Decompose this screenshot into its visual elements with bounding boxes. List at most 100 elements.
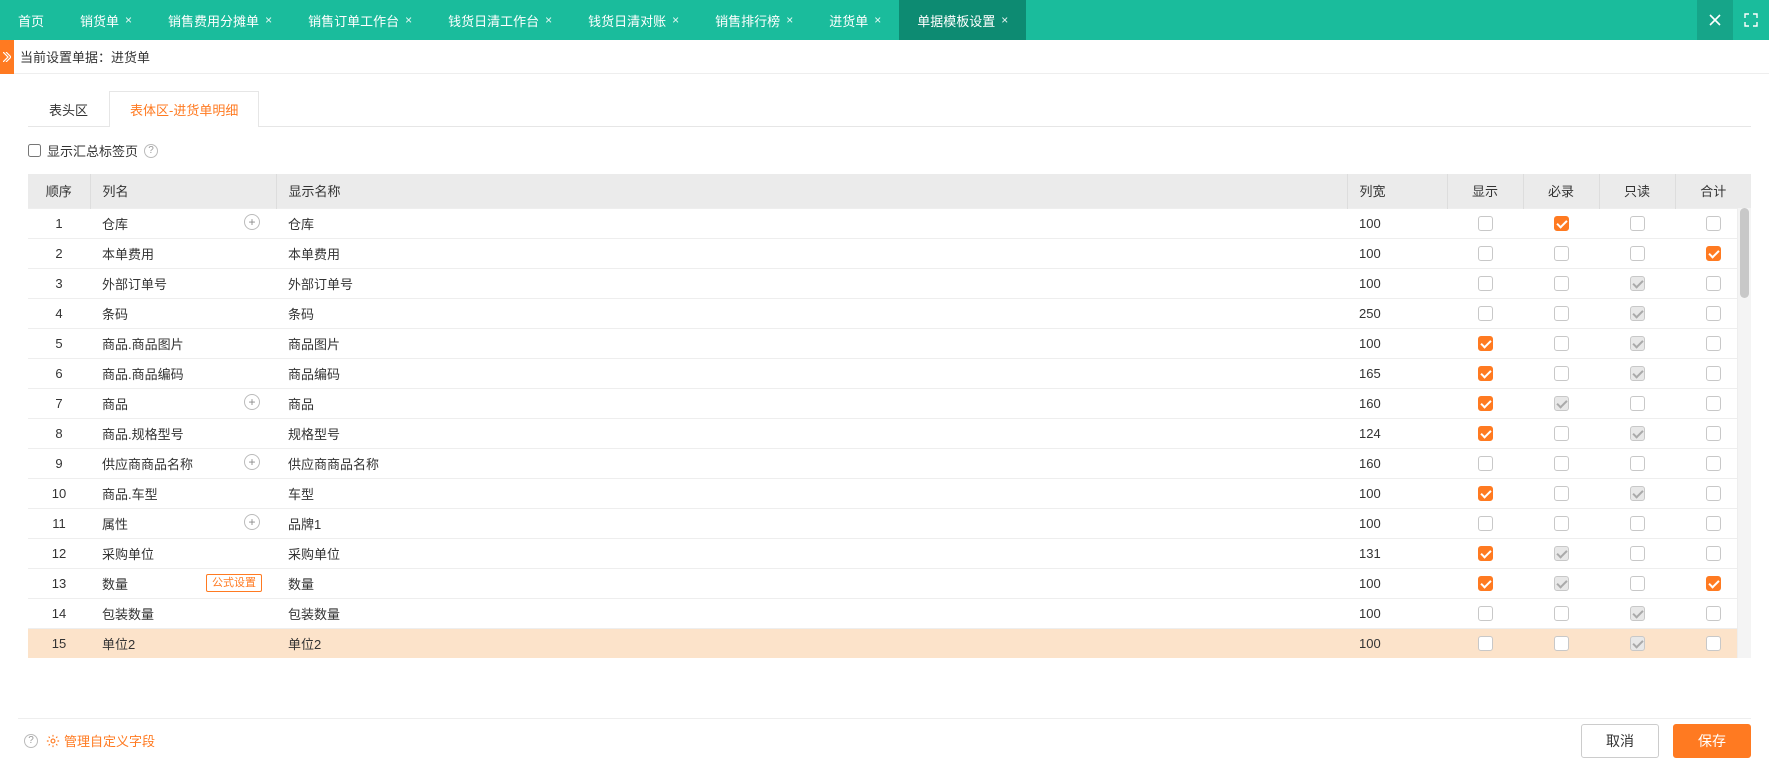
total-checkbox[interactable] bbox=[1706, 396, 1721, 411]
table-row[interactable]: 5商品.商品图片商品图片100 bbox=[28, 328, 1751, 358]
th-total[interactable]: 合计 bbox=[1675, 174, 1751, 208]
th-display[interactable]: 显示名称 bbox=[276, 174, 1347, 208]
top-tab[interactable]: 钱货日清对账× bbox=[570, 0, 697, 40]
cell-display[interactable]: 单位2 bbox=[276, 628, 1347, 658]
table-row[interactable]: 13数量公式设置数量100 bbox=[28, 568, 1751, 598]
top-tab[interactable]: 销货单× bbox=[62, 0, 150, 40]
show-summary-checkbox[interactable] bbox=[28, 144, 41, 157]
add-icon[interactable]: + bbox=[244, 394, 260, 410]
cell-display[interactable]: 供应商商品名称 bbox=[276, 448, 1347, 478]
th-required[interactable]: 必录 bbox=[1523, 174, 1599, 208]
collapse-toggle[interactable] bbox=[0, 40, 14, 74]
required-checkbox[interactable] bbox=[1554, 366, 1569, 381]
table-row[interactable]: 7商品+商品160 bbox=[28, 388, 1751, 418]
required-checkbox[interactable] bbox=[1554, 426, 1569, 441]
table-row[interactable]: 14包装数量包装数量100 bbox=[28, 598, 1751, 628]
inner-tab[interactable]: 表体区-进货单明细 bbox=[109, 91, 259, 127]
help-icon[interactable]: ? bbox=[144, 144, 158, 158]
formula-button[interactable]: 公式设置 bbox=[206, 574, 262, 592]
total-checkbox[interactable] bbox=[1706, 606, 1721, 621]
total-checkbox[interactable] bbox=[1706, 426, 1721, 441]
add-icon[interactable]: + bbox=[244, 514, 260, 530]
table-row[interactable]: 9供应商商品名称+供应商商品名称160 bbox=[28, 448, 1751, 478]
cell-display[interactable]: 商品编码 bbox=[276, 358, 1347, 388]
required-checkbox[interactable] bbox=[1554, 246, 1569, 261]
table-row[interactable]: 3外部订单号外部订单号100 bbox=[28, 268, 1751, 298]
total-checkbox[interactable] bbox=[1706, 276, 1721, 291]
cell-display[interactable]: 商品 bbox=[276, 388, 1347, 418]
required-checkbox[interactable] bbox=[1554, 606, 1569, 621]
close-icon[interactable]: × bbox=[874, 13, 881, 27]
help-icon[interactable]: ? bbox=[24, 734, 38, 748]
table-row[interactable]: 12采购单位采购单位131 bbox=[28, 538, 1751, 568]
show-checkbox[interactable] bbox=[1478, 546, 1493, 561]
total-checkbox[interactable] bbox=[1706, 576, 1721, 591]
manage-custom-fields-link[interactable]: ? 管理自定义字段 bbox=[18, 731, 155, 750]
show-checkbox[interactable] bbox=[1478, 246, 1493, 261]
show-checkbox[interactable] bbox=[1478, 636, 1493, 651]
add-icon[interactable]: + bbox=[244, 214, 260, 230]
close-icon[interactable]: × bbox=[1001, 13, 1008, 27]
show-checkbox[interactable] bbox=[1478, 606, 1493, 621]
show-checkbox[interactable] bbox=[1478, 216, 1493, 231]
cancel-button[interactable]: 取消 bbox=[1581, 724, 1659, 758]
cell-display[interactable]: 采购单位 bbox=[276, 538, 1347, 568]
th-readonly[interactable]: 只读 bbox=[1599, 174, 1675, 208]
total-checkbox[interactable] bbox=[1706, 636, 1721, 651]
top-tab[interactable]: 销售费用分摊单× bbox=[150, 0, 290, 40]
total-checkbox[interactable] bbox=[1706, 336, 1721, 351]
show-checkbox[interactable] bbox=[1478, 396, 1493, 411]
cell-width[interactable]: 100 bbox=[1347, 478, 1447, 508]
required-checkbox[interactable] bbox=[1554, 306, 1569, 321]
cell-width[interactable]: 100 bbox=[1347, 568, 1447, 598]
close-icon[interactable]: × bbox=[405, 13, 412, 27]
required-checkbox[interactable] bbox=[1554, 486, 1569, 501]
top-tab[interactable]: 销售排行榜× bbox=[697, 0, 811, 40]
readonly-checkbox[interactable] bbox=[1630, 576, 1645, 591]
show-checkbox[interactable] bbox=[1478, 516, 1493, 531]
total-checkbox[interactable] bbox=[1706, 366, 1721, 381]
cell-width[interactable]: 100 bbox=[1347, 508, 1447, 538]
cell-width[interactable]: 250 bbox=[1347, 298, 1447, 328]
top-tab[interactable]: 进货单× bbox=[811, 0, 899, 40]
table-row[interactable]: 1仓库+仓库100 bbox=[28, 208, 1751, 238]
table-row[interactable]: 6商品.商品编码商品编码165 bbox=[28, 358, 1751, 388]
cell-display[interactable]: 品牌1 bbox=[276, 508, 1347, 538]
close-icon[interactable]: × bbox=[265, 13, 272, 27]
close-icon[interactable]: × bbox=[786, 13, 793, 27]
add-icon[interactable]: + bbox=[244, 454, 260, 470]
cell-width[interactable]: 124 bbox=[1347, 418, 1447, 448]
table-row[interactable]: 2本单费用本单费用100 bbox=[28, 238, 1751, 268]
table-row[interactable]: 11属性+品牌1100 bbox=[28, 508, 1751, 538]
table-row[interactable]: 4条码条码250 bbox=[28, 298, 1751, 328]
show-checkbox[interactable] bbox=[1478, 366, 1493, 381]
top-tab[interactable]: 单据模板设置× bbox=[899, 0, 1026, 40]
close-icon[interactable]: × bbox=[672, 13, 679, 27]
cell-width[interactable]: 160 bbox=[1347, 388, 1447, 418]
top-tab[interactable]: 销售订单工作台× bbox=[290, 0, 430, 40]
cell-display[interactable]: 外部订单号 bbox=[276, 268, 1347, 298]
show-checkbox[interactable] bbox=[1478, 306, 1493, 321]
table-row[interactable]: 15单位2单位2100 bbox=[28, 628, 1751, 658]
total-checkbox[interactable] bbox=[1706, 216, 1721, 231]
close-icon[interactable]: × bbox=[545, 13, 552, 27]
th-name[interactable]: 列名 bbox=[90, 174, 276, 208]
close-icon[interactable]: × bbox=[125, 13, 132, 27]
total-checkbox[interactable] bbox=[1706, 306, 1721, 321]
scrollbar-thumb[interactable] bbox=[1740, 208, 1749, 298]
show-checkbox[interactable] bbox=[1478, 456, 1493, 471]
cell-display[interactable]: 条码 bbox=[276, 298, 1347, 328]
show-checkbox[interactable] bbox=[1478, 486, 1493, 501]
cell-width[interactable]: 160 bbox=[1347, 448, 1447, 478]
save-button[interactable]: 保存 bbox=[1673, 724, 1751, 758]
cell-display[interactable]: 车型 bbox=[276, 478, 1347, 508]
cell-width[interactable]: 131 bbox=[1347, 538, 1447, 568]
vertical-scrollbar[interactable] bbox=[1737, 208, 1751, 658]
required-checkbox[interactable] bbox=[1554, 216, 1569, 231]
required-checkbox[interactable] bbox=[1554, 516, 1569, 531]
cell-width[interactable]: 100 bbox=[1347, 328, 1447, 358]
readonly-checkbox[interactable] bbox=[1630, 216, 1645, 231]
cell-width[interactable]: 100 bbox=[1347, 238, 1447, 268]
total-checkbox[interactable] bbox=[1706, 486, 1721, 501]
show-checkbox[interactable] bbox=[1478, 426, 1493, 441]
